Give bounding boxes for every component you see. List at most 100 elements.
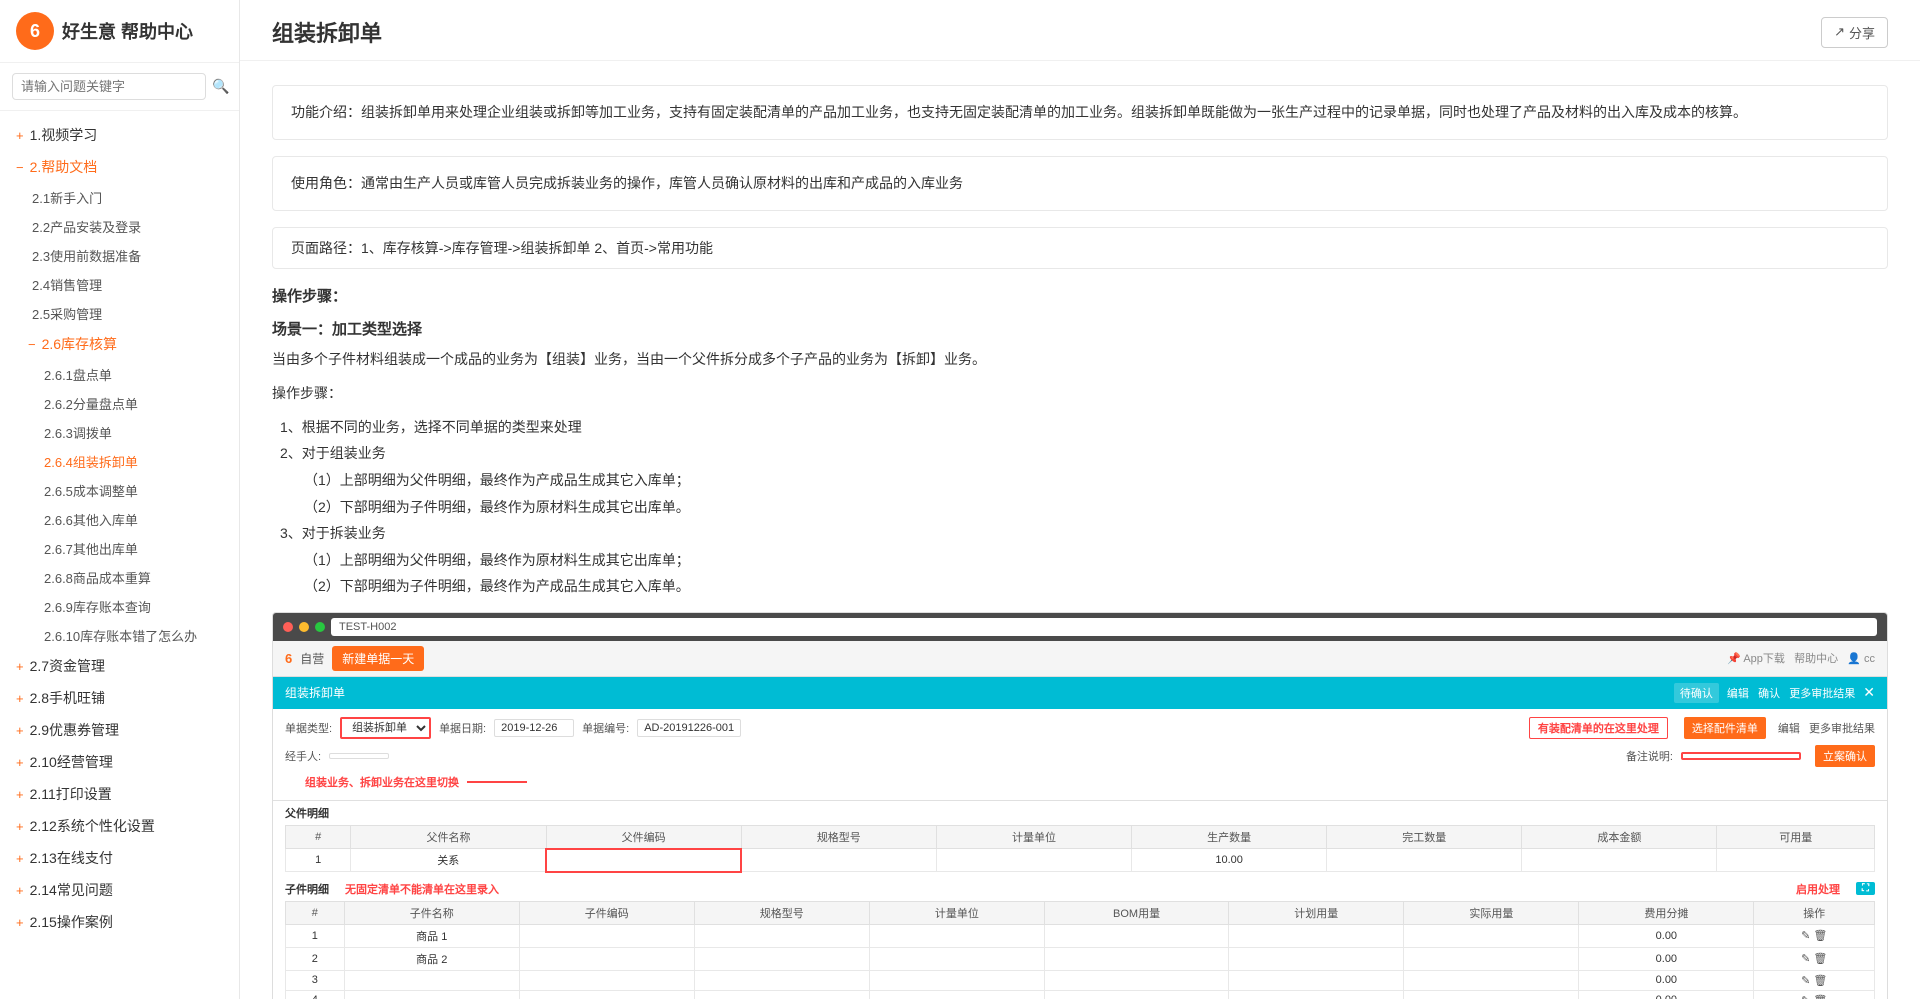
cell-prod: 10.00 — [1132, 849, 1327, 872]
form-select-type[interactable]: 组装拆卸单 组装 拆卸 — [340, 717, 431, 739]
form-label-handler: 经手人: — [285, 748, 321, 764]
sidebar-item-2-6-8[interactable]: 2.6.8商品成本重算 — [0, 563, 239, 592]
sidebar-item-docs[interactable]: − 2.帮助文档 — [0, 151, 239, 183]
child-col-fee: 费用分摊 — [1579, 901, 1754, 924]
sidebar-item-2-6-2[interactable]: 2.6.2分量盘点单 — [0, 389, 239, 418]
sidebar-item-install[interactable]: 2.2产品安装及登录 — [0, 212, 239, 241]
sidebar-item-new-user[interactable]: 2.1新手入门 — [0, 183, 239, 212]
sidebar-item-cases[interactable]: + 2.15操作案例 — [0, 906, 239, 938]
sidebar-item-2-6-7[interactable]: 2.6.7其他出库单 — [0, 534, 239, 563]
screenshot-bar: TEST-H002 — [273, 613, 1887, 641]
cell-done — [1327, 849, 1522, 872]
plus-icon-faq: + — [16, 883, 24, 898]
sidebar-item-2-6-10[interactable]: 2.6.10库存账本错了怎么办 — [0, 621, 239, 650]
cell-avail-val — [1717, 849, 1875, 872]
child-col-name: 子件名称 — [344, 901, 519, 924]
step-3-1: （1）上部明细为父件明细，最终作为原材料生成其它出库单； — [304, 547, 1888, 574]
btn-select-bom[interactable]: 选择配件清单 — [1684, 717, 1766, 739]
modal-header: 组装拆卸单 待确认 编辑 确认 更多审批结果 ✕ — [273, 677, 1887, 709]
sidebar-item-2-6-3[interactable]: 2.6.3调拨单 — [0, 418, 239, 447]
modal-actions: 编辑 确认 更多审批结果 — [1727, 685, 1855, 701]
modal-title: 组装拆卸单 — [285, 684, 345, 701]
annotation-no-fixed-bom: 无固定清单不能清单在这里录入 — [345, 881, 499, 897]
annotation-fixed-bom: 有装配清单的在这里处理 — [1529, 717, 1668, 739]
form-area: 单据类型: 组装拆卸单 组装 拆卸 单据日期: 2019-12-26 单据编号:… — [273, 709, 1887, 801]
table-row: 1 关系 10.00 — [286, 849, 1875, 872]
main-header: 组装拆卸单 ↗ 分享 — [240, 0, 1920, 61]
sidebar-item-data-prep[interactable]: 2.3使用前数据准备 — [0, 241, 239, 270]
sidebar-item-label: 2.9优惠券管理 — [30, 720, 119, 740]
step-2: 2、对于组装业务 — [280, 440, 1888, 467]
btn-expand[interactable]: ⛶ — [1856, 882, 1875, 895]
child-table-area: 子件明细 无固定清单不能清单在这里录入 启用处理 ⛶ # 子件名称 子件编码 — [273, 877, 1887, 999]
form-value-handler — [329, 753, 389, 759]
modal-status: 待确认 — [1674, 683, 1719, 703]
col-avail: 可用量 — [1717, 825, 1875, 849]
app-top-bar: 6 自营 新建单据一天 📌 App下载 帮助中心 👤 cc — [273, 641, 1887, 677]
step-1: 1、根据不同的业务，选择不同单据的类型来处理 — [280, 414, 1888, 441]
search-icon[interactable]: 🔍 — [212, 78, 229, 95]
sidebar-item-2-6-4[interactable]: 2.6.4组装拆卸单 — [0, 447, 239, 476]
child-table-title: 子件明细 — [285, 881, 329, 897]
child-col-no: # — [286, 901, 345, 924]
sidebar-item-faq[interactable]: + 2.14常见问题 — [0, 874, 239, 906]
plus-icon: + — [16, 128, 24, 143]
step-2-2: （2）下部明细为子件明细，最终作为原材料生成其它出库单。 — [304, 494, 1888, 521]
child-table-header-row: 子件明细 无固定清单不能清单在这里录入 启用处理 ⛶ — [285, 881, 1875, 897]
col-parent-name: 父件名称 — [351, 825, 546, 849]
app-nav-new-doc[interactable]: 新建单据一天 — [332, 646, 424, 671]
form-label-remarks: 备注说明: — [1626, 748, 1673, 764]
path-text: 页面路径：1、库存核算->库存管理->组装拆卸单 2、首页->常用功能 — [291, 240, 713, 256]
sidebar-item-label: 2.10经营管理 — [30, 752, 113, 772]
child-col-plan: 计划用量 — [1229, 901, 1404, 924]
sidebar-item-payment[interactable]: + 2.13在线支付 — [0, 842, 239, 874]
col-done-qty: 完工数量 — [1327, 825, 1522, 849]
screenshot-container: TEST-H002 6 自营 新建单据一天 📌 App下载 帮助中心 👤 cc … — [272, 612, 1888, 999]
child-col-ops: 操作 — [1754, 901, 1875, 924]
sidebar-item-print[interactable]: + 2.11打印设置 — [0, 778, 239, 810]
cell-name: 关系 — [351, 849, 546, 872]
sidebar-item-label: 2.13在线支付 — [30, 848, 113, 868]
sidebar-item-ops[interactable]: + 2.10经营管理 — [0, 746, 239, 778]
arrow-switch — [467, 781, 527, 783]
op-steps-title: 操作步骤： — [272, 285, 1888, 306]
sidebar-item-mobile[interactable]: + 2.8手机旺铺 — [0, 682, 239, 714]
steps-list: 1、根据不同的业务，选择不同单据的类型来处理 2、对于组装业务 （1）上部明细为… — [280, 414, 1888, 600]
search-input[interactable] — [12, 73, 206, 100]
sidebar-item-coupon[interactable]: + 2.9优惠券管理 — [0, 714, 239, 746]
sidebar-item-label: 1.视频学习 — [30, 125, 98, 145]
sidebar-item-label: 2.15操作案例 — [30, 912, 113, 932]
sidebar-item-customize[interactable]: + 2.12系统个性化设置 — [0, 810, 239, 842]
path-block: 页面路径：1、库存核算->库存管理->组装拆卸单 2、首页->常用功能 — [272, 227, 1888, 269]
btn-confirm[interactable]: 立案确认 — [1815, 745, 1875, 767]
sidebar-item-purchase[interactable]: 2.5采购管理 — [0, 299, 239, 328]
sidebar-item-inventory[interactable]: − 2.6库存核算 — [0, 328, 239, 360]
sidebar-item-finance[interactable]: + 2.7资金管理 — [0, 650, 239, 682]
app-nav-right: 📌 App下载 帮助中心 👤 cc — [1727, 650, 1875, 666]
child-col-spec: 规格型号 — [694, 901, 869, 924]
scene1-title: 场景一：加工类型选择 — [272, 318, 1888, 339]
sidebar-header: 6 好生意 帮助中心 — [0, 0, 239, 63]
modal-close-icon[interactable]: ✕ — [1863, 684, 1875, 701]
sidebar-item-2-6-6[interactable]: 2.6.6其他入库单 — [0, 505, 239, 534]
plus-icon-print: + — [16, 787, 24, 802]
col-no: # — [286, 825, 351, 849]
url-bar: TEST-H002 — [331, 618, 1877, 636]
form-label-date: 单据日期: — [439, 720, 486, 736]
sidebar-item-label: 2.14常见问题 — [30, 880, 113, 900]
sidebar-item-2-6-9[interactable]: 2.6.9库存账本查询 — [0, 592, 239, 621]
annotation-enable: 启用处理 — [1796, 881, 1840, 897]
sidebar-item-sales[interactable]: 2.4销售管理 — [0, 270, 239, 299]
parent-table-area: 父件明细 # 父件名称 父件编码 规格型号 计量单位 生产数量 完工数量 — [273, 801, 1887, 877]
sidebar-item-video[interactable]: + 1.视频学习 — [0, 119, 239, 151]
form-value-date: 2019-12-26 — [494, 719, 574, 737]
app-brand: 6 — [285, 651, 292, 666]
share-button[interactable]: ↗ 分享 — [1821, 17, 1888, 48]
scene1-steps-title: 操作步骤： — [272, 381, 1888, 406]
child-col-unit: 计量单位 — [869, 901, 1044, 924]
sidebar-item-2-6-1[interactable]: 2.6.1盘点单 — [0, 360, 239, 389]
form-value-no: AD-20191226-001 — [637, 719, 741, 737]
sidebar-item-label: 2.7资金管理 — [30, 656, 105, 676]
sidebar-item-2-6-5[interactable]: 2.6.5成本调整单 — [0, 476, 239, 505]
child-table: # 子件名称 子件编码 规格型号 计量单位 BOM用量 计划用量 实际用量 费用… — [285, 901, 1875, 999]
